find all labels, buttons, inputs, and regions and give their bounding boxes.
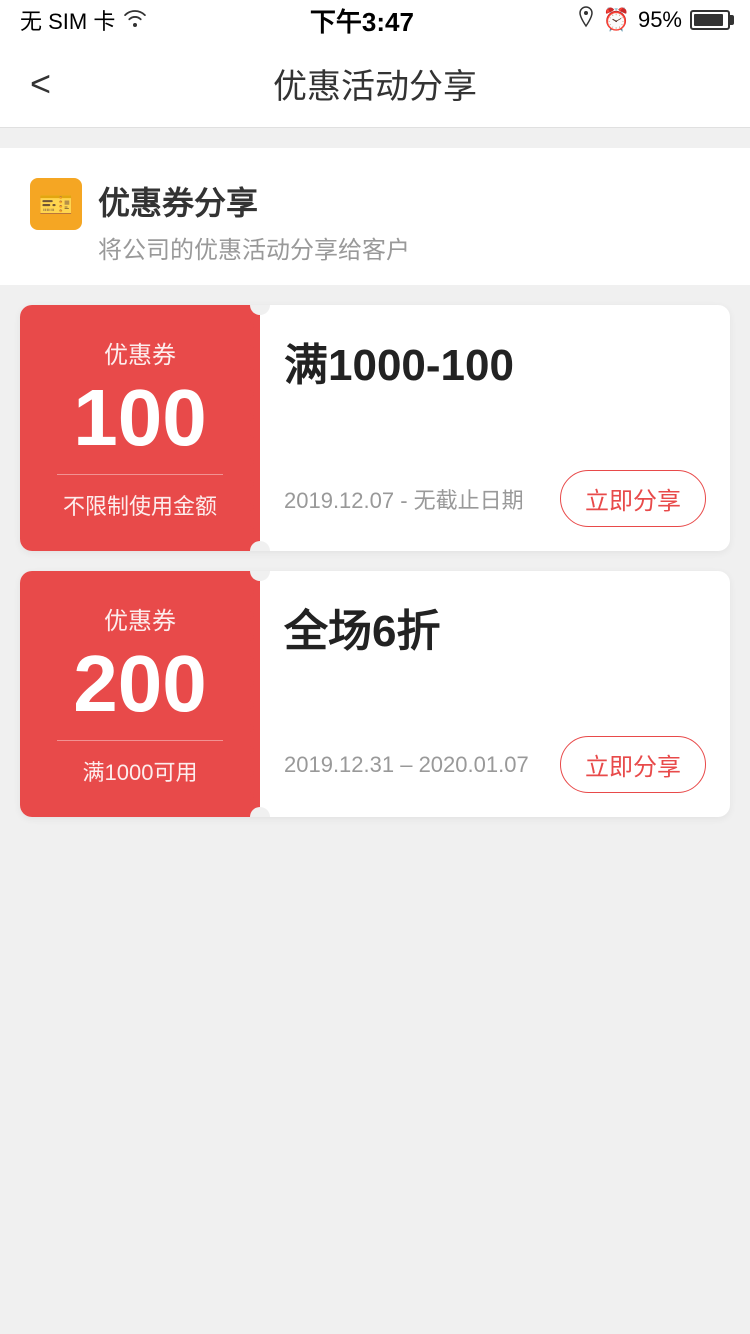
share-button-1[interactable]: 立即分享 bbox=[560, 470, 706, 527]
coupon-title-2: 全场6折 bbox=[284, 595, 706, 659]
section-text: 优惠券分享 将公司的优惠活动分享给客户 bbox=[98, 178, 410, 265]
coupon-type-1: 优惠券 bbox=[104, 335, 176, 370]
coupon-icon: 🎫 bbox=[39, 188, 74, 221]
battery-percentage: 95% bbox=[638, 7, 682, 33]
share-button-2[interactable]: 立即分享 bbox=[560, 736, 706, 793]
coupon-date-1: 2019.12.07 - 无截止日期 bbox=[284, 483, 524, 515]
coupon-divider-1 bbox=[57, 474, 223, 475]
coupon-left-1: 优惠券 100 不限制使用金额 bbox=[20, 305, 260, 551]
coupon-date-2: 2019.12.31 – 2020.01.07 bbox=[284, 752, 529, 778]
coupon-left-2: 优惠券 200 满1000可用 bbox=[20, 571, 260, 817]
status-left: 无 SIM 卡 bbox=[20, 4, 147, 36]
coupon-type-2: 优惠券 bbox=[104, 601, 176, 636]
status-right: ⏰ 95% bbox=[577, 6, 730, 34]
coupon-list: 优惠券 100 不限制使用金额 满1000-100 2019.12.07 - 无… bbox=[0, 285, 750, 837]
coupon-condition-1: 不限制使用金额 bbox=[63, 489, 217, 521]
section-header: 🎫 优惠券分享 将公司的优惠活动分享给客户 bbox=[0, 148, 750, 285]
section-icon: 🎫 bbox=[30, 178, 82, 230]
alarm-icon: ⏰ bbox=[603, 7, 630, 33]
coupon-bottom-2: 2019.12.31 – 2020.01.07 立即分享 bbox=[284, 736, 706, 793]
back-button[interactable]: < bbox=[30, 63, 51, 105]
nav-bar: < 优惠活动分享 bbox=[0, 40, 750, 128]
sim-indicator: 无 SIM 卡 bbox=[20, 4, 115, 36]
section-subtitle: 将公司的优惠活动分享给客户 bbox=[98, 230, 410, 265]
coupon-card-2: 优惠券 200 满1000可用 全场6折 2019.12.31 – 2020.0… bbox=[20, 571, 730, 817]
coupon-divider-2 bbox=[57, 740, 223, 741]
coupon-title-1: 满1000-100 bbox=[284, 329, 706, 393]
zigzag-2 bbox=[249, 581, 261, 807]
coupon-bottom-1: 2019.12.07 - 无截止日期 立即分享 bbox=[284, 470, 706, 527]
coupon-right-2: 全场6折 2019.12.31 – 2020.01.07 立即分享 bbox=[260, 571, 730, 817]
page-title: 优惠活动分享 bbox=[273, 59, 477, 108]
battery-icon bbox=[690, 10, 730, 30]
section-title: 优惠券分享 bbox=[98, 178, 410, 224]
coupon-card-1: 优惠券 100 不限制使用金额 满1000-100 2019.12.07 - 无… bbox=[20, 305, 730, 551]
coupon-condition-2: 满1000可用 bbox=[83, 755, 198, 787]
status-time: 下午3:47 bbox=[310, 2, 414, 39]
coupon-amount-1: 100 bbox=[73, 378, 206, 458]
coupon-right-1: 满1000-100 2019.12.07 - 无截止日期 立即分享 bbox=[260, 305, 730, 551]
coupon-amount-2: 200 bbox=[73, 644, 206, 724]
zigzag-1 bbox=[249, 315, 261, 541]
wifi-icon bbox=[123, 7, 147, 33]
status-bar: 无 SIM 卡 下午3:47 ⏰ 95% bbox=[0, 0, 750, 40]
location-icon bbox=[577, 6, 595, 34]
